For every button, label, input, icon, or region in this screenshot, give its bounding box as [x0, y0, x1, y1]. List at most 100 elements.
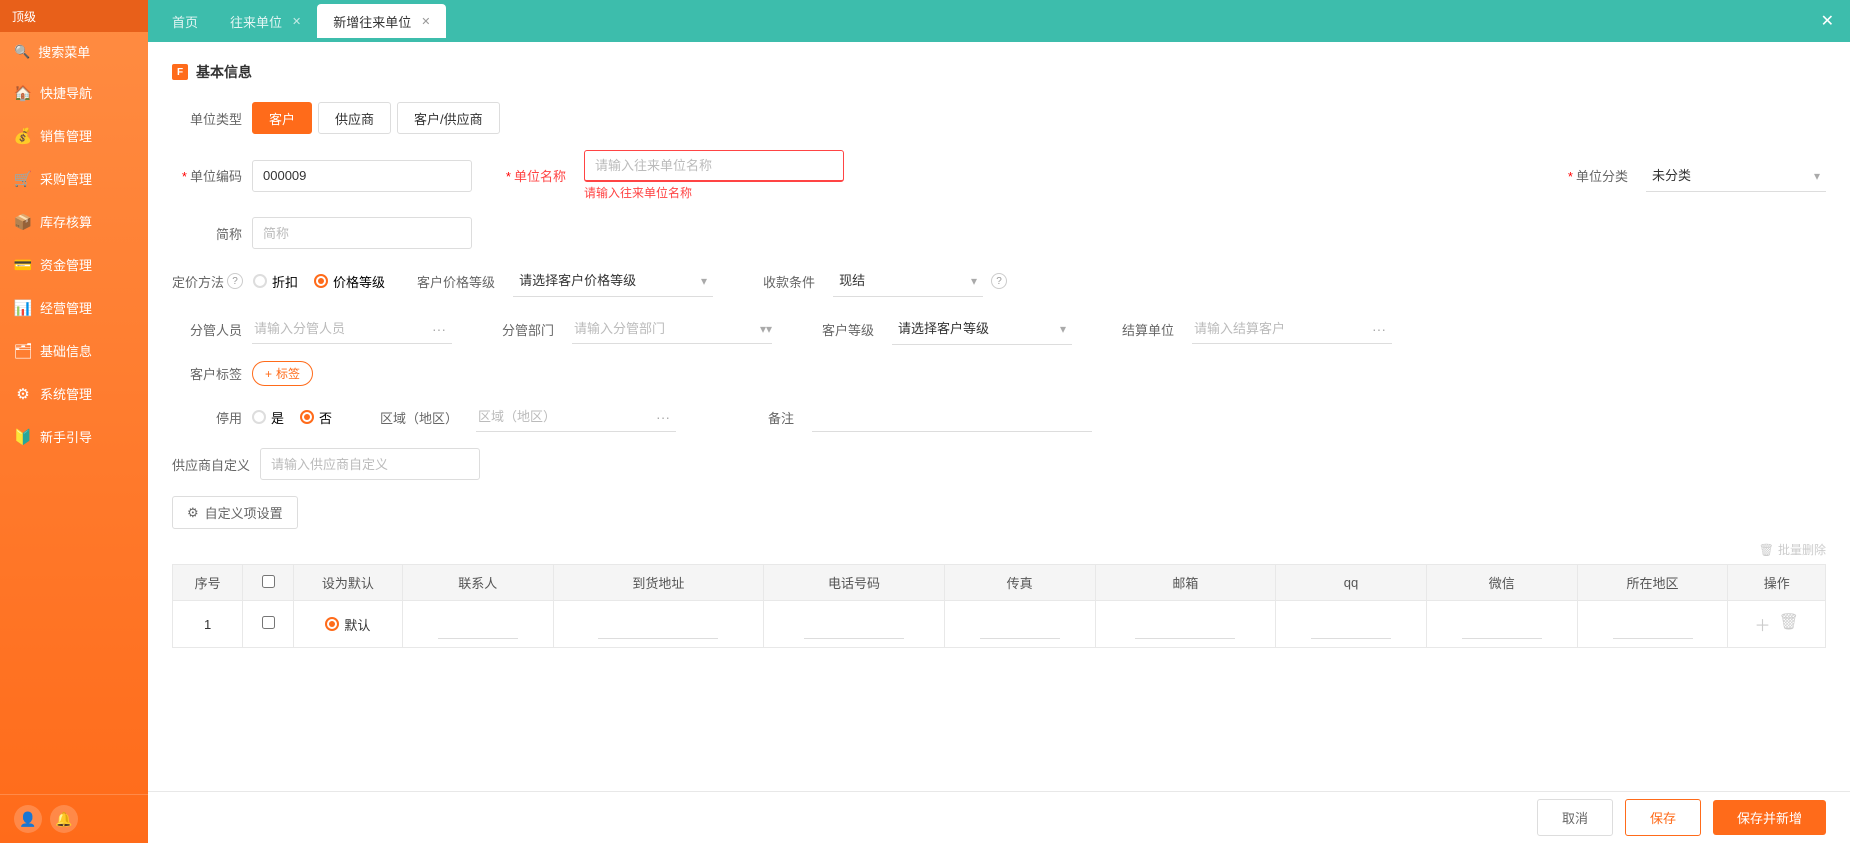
delete-row-button[interactable]: 🗑 — [1779, 612, 1799, 636]
main-area: 首页 往来单位 ✕ 新增往来单位 ✕ ✕ F 基本信息 单位类型 客户 供应商 … — [148, 0, 1850, 843]
disabled-radio-no-circle — [300, 410, 314, 424]
manager-more-btn[interactable]: ··· — [432, 321, 446, 337]
supplier-custom-label: 供应商自定义 — [172, 455, 260, 474]
settlement-unit-input[interactable] — [1192, 314, 1392, 344]
supplier-custom-input[interactable] — [260, 448, 480, 480]
row-checkbox[interactable] — [262, 616, 275, 629]
sidebar-item-operations[interactable]: 📊 经营管理 — [0, 286, 148, 329]
region-input[interactable] — [476, 402, 676, 432]
department-input[interactable] — [572, 314, 772, 344]
unit-type-group: 客户 供应商 客户/供应商 — [252, 102, 500, 134]
wechat-input[interactable] — [1462, 609, 1542, 639]
unit-name-input[interactable] — [584, 150, 844, 182]
table-header-checkbox — [243, 565, 294, 601]
custom-settings-button[interactable]: ⚙ 自定义项设置 — [172, 496, 298, 529]
sidebar-item-basic-info[interactable]: 🗂 基础信息 — [0, 329, 148, 372]
sidebar-search-item[interactable]: 🔍 快捷导航 搜索菜单 — [0, 32, 148, 71]
unit-category-label: 单位分类 — [1558, 166, 1638, 185]
sidebar-item-quicknav[interactable]: 🏠 快捷导航 — [0, 71, 148, 114]
remark-label: 备注 — [724, 408, 804, 427]
table-header-wechat: 微信 — [1426, 565, 1577, 601]
short-name-input[interactable] — [252, 217, 472, 249]
sidebar-item-label: 快捷导航 — [40, 83, 92, 102]
save-new-button[interactable]: 保存并新增 — [1713, 800, 1826, 835]
table-cell-address — [553, 601, 763, 648]
batch-delete-area: 🗑 批量删除 — [172, 541, 1826, 558]
sidebar-item-sales[interactable]: 💰 销售管理 — [0, 114, 148, 157]
pricing-radio-level[interactable]: 价格等级 — [314, 272, 385, 291]
sidebar-item-system[interactable]: ⚙ 系统管理 — [0, 372, 148, 415]
customer-level-select[interactable]: 请选择客户等级 — [892, 313, 1072, 345]
unit-type-customer[interactable]: 客户 — [252, 102, 312, 134]
customer-price-level-select[interactable]: 请选择客户价格等级 — [513, 265, 713, 297]
customer-tag-row: 客户标签 + 标签 — [172, 361, 1826, 386]
phone-input[interactable] — [804, 609, 904, 639]
notification-icon[interactable]: 🔔 — [50, 805, 78, 833]
tab-bar-close-all[interactable]: ✕ — [1813, 7, 1842, 35]
unit-type-both[interactable]: 客户/供应商 — [397, 102, 500, 134]
disabled-radio-no[interactable]: 否 — [300, 408, 332, 427]
contact-input[interactable] — [438, 609, 518, 639]
customer-price-level-label: 客户价格等级 — [417, 272, 505, 291]
manager-row: 分管人员 ··· 分管部门 ▾ 客户等级 请选择客户等级 — [172, 313, 1826, 345]
sidebar-item-purchase[interactable]: 🛒 采购管理 — [0, 157, 148, 200]
remark-input[interactable] — [812, 402, 1092, 432]
add-tag-icon: + — [265, 367, 272, 381]
batch-delete-label[interactable]: 批量删除 — [1778, 541, 1826, 558]
select-all-checkbox[interactable] — [262, 575, 275, 588]
sidebar-item-label: 资金管理 — [40, 255, 92, 274]
table-cell-phone — [764, 601, 945, 648]
pricing-row: 定价方法 ? 折扣 价格等级 客户价格等级 请选择客户价格等级 — [172, 265, 1826, 297]
customer-price-level-wrapper: 请选择客户价格等级 — [513, 265, 713, 297]
fax-input[interactable] — [980, 609, 1060, 639]
settlement-more-btn[interactable]: ··· — [1372, 321, 1386, 337]
pricing-radio-discount[interactable]: 折扣 — [253, 272, 298, 291]
payment-terms-select[interactable]: 现结 — [833, 265, 983, 297]
tab-partners[interactable]: 往来单位 ✕ — [214, 4, 317, 38]
add-row-button[interactable]: ＋ — [1755, 612, 1771, 636]
manager-input[interactable] — [252, 314, 452, 344]
table-cell-fax — [944, 601, 1095, 648]
search-menu-label: 搜索菜单 — [38, 42, 90, 61]
save-button[interactable]: 保存 — [1625, 799, 1701, 836]
tab-partners-close[interactable]: ✕ — [292, 15, 301, 28]
cancel-button[interactable]: 取消 — [1537, 799, 1613, 836]
tab-home-label: 首页 — [172, 12, 198, 31]
table-header-contact: 联系人 — [402, 565, 553, 601]
sidebar: 顶级 🔍 快捷导航 搜索菜单 🏠 快捷导航 💰 销售管理 🛒 采购管理 📦 库存… — [0, 0, 148, 843]
unit-type-supplier[interactable]: 供应商 — [318, 102, 391, 134]
customer-level-wrapper: 请选择客户等级 — [892, 313, 1072, 345]
address-input[interactable] — [598, 609, 718, 639]
payment-terms-wrapper: 现结 — [833, 265, 983, 297]
sidebar-item-label: 销售管理 — [40, 126, 92, 145]
sales-icon: 💰 — [14, 127, 32, 145]
unit-code-input[interactable] — [252, 160, 472, 192]
customer-level-label: 客户等级 — [804, 320, 884, 339]
disabled-radio-yes[interactable]: 是 — [252, 408, 284, 427]
batch-delete-icon: 🗑 — [1759, 543, 1774, 557]
sidebar-item-inventory[interactable]: 📦 库存核算 — [0, 200, 148, 243]
table-header-qq: qq — [1276, 565, 1427, 601]
region-label: 区域（地区） — [380, 408, 468, 427]
unit-type-label: 单位类型 — [172, 109, 252, 128]
user-avatar[interactable]: 👤 — [14, 805, 42, 833]
row-region-input[interactable] — [1613, 609, 1693, 639]
sidebar-item-finance[interactable]: 💳 资金管理 — [0, 243, 148, 286]
search-icon: 🔍 — [14, 44, 30, 60]
tab-partners-label: 往来单位 — [230, 12, 282, 31]
basic-info-icon: 🗂 — [14, 342, 32, 360]
sidebar-item-newbie[interactable]: 🔰 新手引导 — [0, 415, 148, 458]
pricing-info-icon[interactable]: ? — [227, 273, 243, 289]
tab-home[interactable]: 首页 — [156, 4, 214, 38]
tab-new-partner[interactable]: 新增往来单位 ✕ — [317, 4, 446, 38]
row-default-radio[interactable]: 默认 — [304, 615, 392, 634]
payment-terms-info-icon[interactable]: ? — [991, 273, 1007, 289]
system-icon: ⚙ — [14, 385, 32, 403]
tab-new-partner-close[interactable]: ✕ — [421, 15, 430, 28]
qq-input[interactable] — [1311, 609, 1391, 639]
region-more-btn[interactable]: ··· — [656, 409, 670, 425]
unit-category-select[interactable]: 未分类 — [1646, 160, 1826, 192]
content-area: F 基本信息 单位类型 客户 供应商 客户/供应商 单位编码 单位名称 请输入往… — [148, 42, 1850, 791]
email-input[interactable] — [1135, 609, 1235, 639]
add-tag-button[interactable]: + 标签 — [252, 361, 313, 386]
